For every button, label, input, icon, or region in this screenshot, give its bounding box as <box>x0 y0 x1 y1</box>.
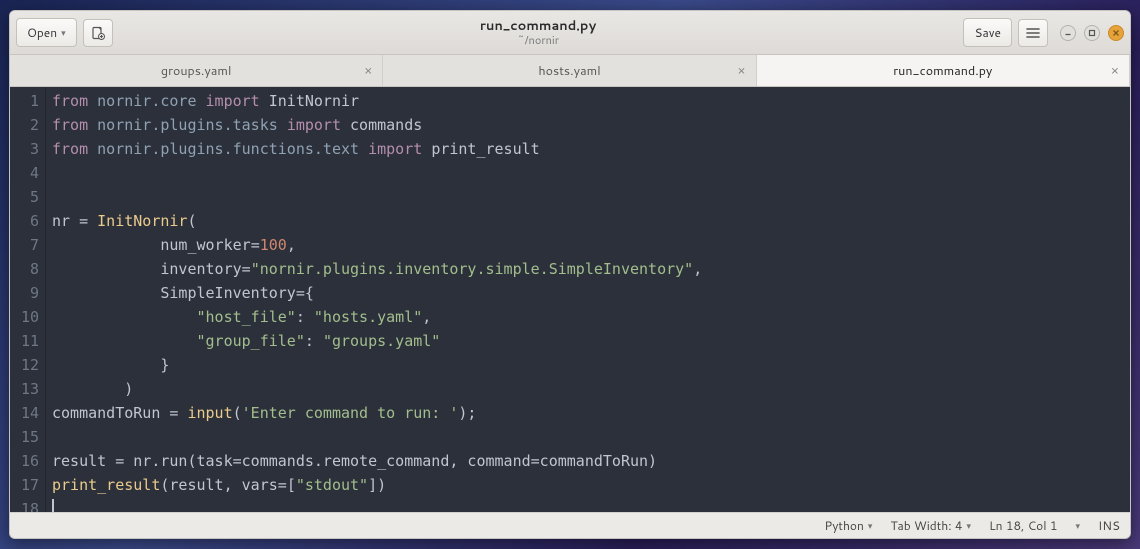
line-number: 8 <box>10 257 39 281</box>
status-insert-label: INS <box>1098 517 1120 534</box>
code-line[interactable] <box>52 425 1130 449</box>
line-number: 18 <box>10 497 39 512</box>
code-line[interactable]: result = nr.run(task=commands.remote_com… <box>52 449 1130 473</box>
line-number: 17 <box>10 473 39 497</box>
minimize-icon <box>1064 29 1072 37</box>
line-number: 1 <box>10 89 39 113</box>
close-icon <box>1112 29 1120 37</box>
new-document-icon <box>91 26 105 40</box>
code-line[interactable]: num_worker=100, <box>52 233 1130 257</box>
status-insert-mode[interactable]: INS <box>1098 517 1120 534</box>
line-number: 10 <box>10 305 39 329</box>
chevron-down-icon: ▾ <box>966 519 971 532</box>
line-number: 12 <box>10 353 39 377</box>
tab-run-command-py[interactable]: run_command.py × <box>757 55 1130 86</box>
code-editor[interactable]: 123456789101112131415161718 from nornir.… <box>10 87 1130 512</box>
code-line[interactable]: inventory="nornir.plugins.inventory.simp… <box>52 257 1130 281</box>
status-tab-width-label: Tab Width: 4 <box>890 517 962 534</box>
minimize-button[interactable] <box>1060 25 1076 41</box>
code-line[interactable]: from nornir.plugins.functions.text impor… <box>52 137 1130 161</box>
maximize-icon <box>1088 29 1096 37</box>
status-language-label: Python <box>824 517 864 534</box>
hamburger-icon <box>1026 27 1040 39</box>
chevron-down-icon: ▾ <box>61 26 66 39</box>
code-line[interactable] <box>52 185 1130 209</box>
line-number: 2 <box>10 113 39 137</box>
code-line[interactable]: SimpleInventory={ <box>52 281 1130 305</box>
line-number: 6 <box>10 209 39 233</box>
hamburger-menu-button[interactable] <box>1018 19 1048 47</box>
tab-label: hosts.yaml <box>538 62 600 80</box>
save-button-label: Save <box>974 24 1001 41</box>
status-bar: Python ▾ Tab Width: 4 ▾ Ln 18, Col 1 ▾ I… <box>10 512 1130 538</box>
code-line[interactable]: ) <box>52 377 1130 401</box>
code-line[interactable]: print_result(result, vars=["stdout"]) <box>52 473 1130 497</box>
status-cursor-position[interactable]: Ln 18, Col 1 <box>989 517 1057 534</box>
code-line[interactable]: "host_file": "hosts.yaml", <box>52 305 1130 329</box>
line-number: 11 <box>10 329 39 353</box>
window-subtitle: ~/nornir <box>119 34 958 46</box>
tab-close-icon[interactable]: × <box>1111 62 1119 80</box>
status-position-label: Ln 18, Col 1 <box>989 517 1057 534</box>
code-line[interactable]: } <box>52 353 1130 377</box>
line-number: 16 <box>10 449 39 473</box>
status-tab-width[interactable]: Tab Width: 4 ▾ <box>890 517 971 534</box>
code-line[interactable]: commandToRun = input('Enter command to r… <box>52 401 1130 425</box>
tab-label: run_command.py <box>893 62 992 80</box>
code-line[interactable]: from nornir.core import InitNornir <box>52 89 1130 113</box>
tab-bar: groups.yaml × hosts.yaml × run_command.p… <box>10 55 1130 87</box>
maximize-button[interactable] <box>1084 25 1100 41</box>
open-button[interactable]: Open ▾ <box>16 18 77 47</box>
line-number: 15 <box>10 425 39 449</box>
status-language[interactable]: Python ▾ <box>824 517 872 534</box>
chevron-down-icon: ▾ <box>868 519 873 532</box>
line-number: 13 <box>10 377 39 401</box>
text-cursor <box>52 499 54 512</box>
editor-window: Open ▾ run_command.py ~/nornir Save <box>9 10 1131 539</box>
code-content[interactable]: from nornir.core import InitNornirfrom n… <box>46 87 1130 512</box>
code-line[interactable] <box>52 161 1130 185</box>
line-number: 3 <box>10 137 39 161</box>
chevron-down-icon: ▾ <box>1075 519 1080 532</box>
line-number: 14 <box>10 401 39 425</box>
tab-close-icon[interactable]: × <box>364 62 372 80</box>
code-line[interactable]: "group_file": "groups.yaml" <box>52 329 1130 353</box>
tab-hosts-yaml[interactable]: hosts.yaml × <box>383 55 756 86</box>
line-number-gutter: 123456789101112131415161718 <box>10 87 46 512</box>
code-line[interactable]: nr = InitNornir( <box>52 209 1130 233</box>
line-number: 7 <box>10 233 39 257</box>
new-document-button[interactable] <box>83 19 113 47</box>
tab-label: groups.yaml <box>161 62 232 80</box>
line-number: 5 <box>10 185 39 209</box>
code-line[interactable] <box>52 497 1130 512</box>
line-number: 9 <box>10 281 39 305</box>
tab-close-icon[interactable]: × <box>737 62 745 80</box>
tab-groups-yaml[interactable]: groups.yaml × <box>10 55 383 86</box>
window-controls <box>1060 25 1124 41</box>
open-button-label: Open <box>27 24 57 41</box>
save-button[interactable]: Save <box>963 18 1012 47</box>
code-line[interactable]: from nornir.plugins.tasks import command… <box>52 113 1130 137</box>
editor-area: 123456789101112131415161718 from nornir.… <box>10 87 1130 512</box>
line-number: 4 <box>10 161 39 185</box>
close-button[interactable] <box>1108 25 1124 41</box>
titlebar: Open ▾ run_command.py ~/nornir Save <box>10 11 1130 55</box>
